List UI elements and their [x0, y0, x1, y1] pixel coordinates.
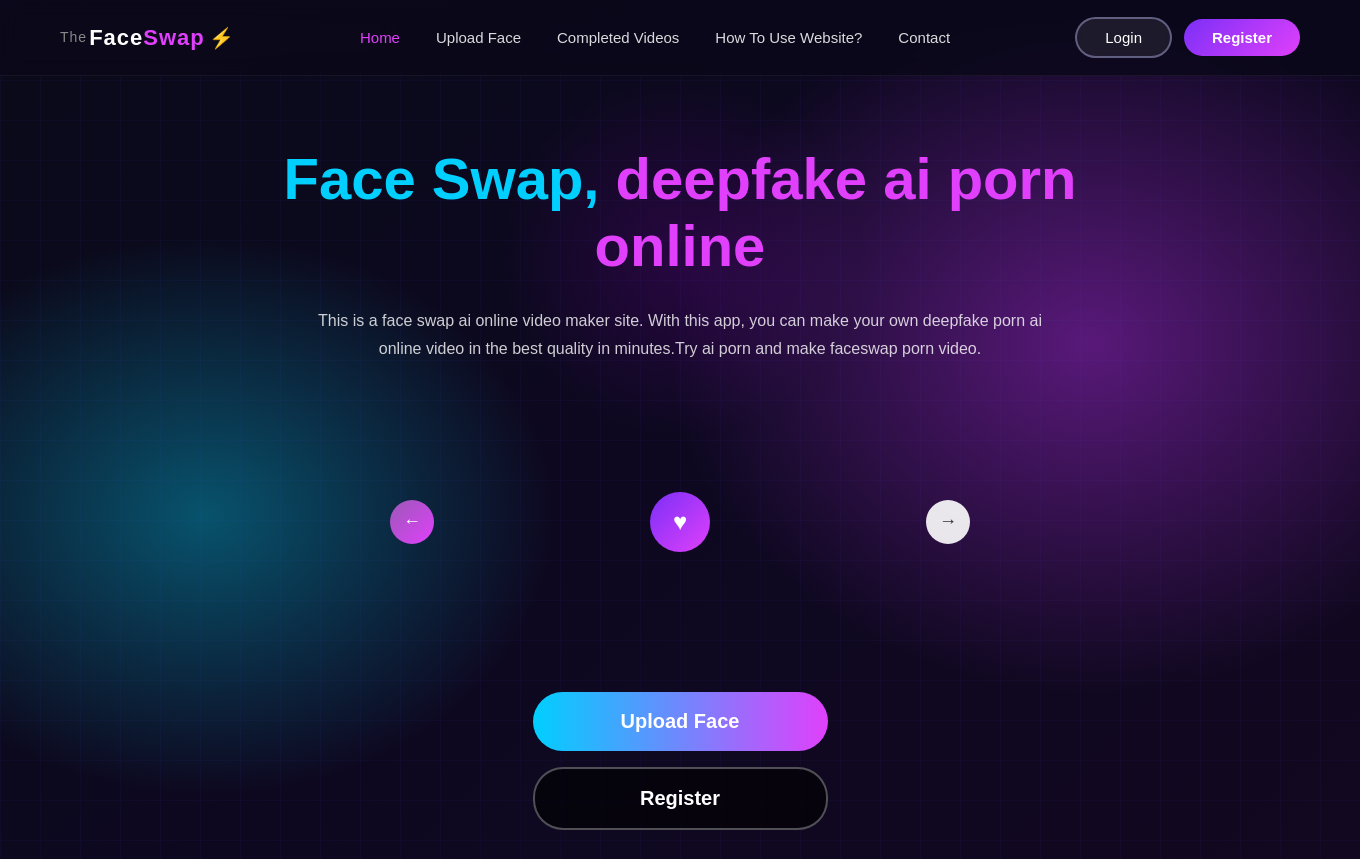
hero-title-deepfake: deepfake: [616, 146, 884, 211]
nav-item-how-to-use[interactable]: How To Use Website?: [715, 29, 862, 47]
logo-icon: ⚡: [209, 26, 235, 50]
hero-title-online: online: [595, 213, 766, 278]
logo-face: Face: [89, 25, 143, 51]
login-button[interactable]: Login: [1075, 17, 1172, 58]
hero-title-face: Face: [284, 146, 432, 211]
carousel-area: ← ♥ →: [0, 412, 1360, 632]
nav-item-home[interactable]: Home: [360, 29, 400, 47]
navbar: The Face Swap ⚡ Home Upload Face Complet…: [0, 0, 1360, 76]
hero-title-swap: Swap,: [432, 146, 616, 211]
logo-swap: Swap: [143, 25, 204, 51]
logo-the: The: [60, 29, 87, 45]
carousel-next-button[interactable]: →: [926, 500, 970, 544]
register-button[interactable]: Register: [1184, 19, 1300, 56]
hero-title-ai: ai: [883, 146, 948, 211]
nav-links: Home Upload Face Completed Videos How To…: [360, 29, 950, 47]
upload-face-button[interactable]: Upload Face: [533, 692, 828, 751]
hero-title-porn: porn: [948, 146, 1077, 211]
register-cta-button[interactable]: Register: [533, 767, 828, 830]
carousel-placeholder: ♥: [650, 492, 710, 552]
nav-item-completed-videos[interactable]: Completed Videos: [557, 29, 679, 47]
nav-link-upload-face[interactable]: Upload Face: [436, 29, 521, 46]
hero-title: Face Swap, deepfake ai porn online: [230, 146, 1130, 279]
carousel-prev-button[interactable]: ←: [390, 500, 434, 544]
nav-buttons: Login Register: [1075, 17, 1300, 58]
hero-subtitle: This is a face swap ai online video make…: [310, 307, 1050, 361]
nav-item-upload-face[interactable]: Upload Face: [436, 29, 521, 47]
nav-link-how-to-use[interactable]: How To Use Website?: [715, 29, 862, 46]
site-logo[interactable]: The Face Swap ⚡: [60, 25, 235, 51]
carousel-center-icon: ♥: [673, 508, 687, 536]
cta-section: Upload Face Register: [533, 692, 828, 830]
nav-item-contact[interactable]: Contact: [898, 29, 950, 47]
hero-section: Face Swap, deepfake ai porn online This …: [0, 76, 1360, 859]
nav-link-completed-videos[interactable]: Completed Videos: [557, 29, 679, 46]
nav-link-home[interactable]: Home: [360, 29, 400, 46]
nav-link-contact[interactable]: Contact: [898, 29, 950, 46]
carousel-center: ♥: [580, 422, 780, 622]
